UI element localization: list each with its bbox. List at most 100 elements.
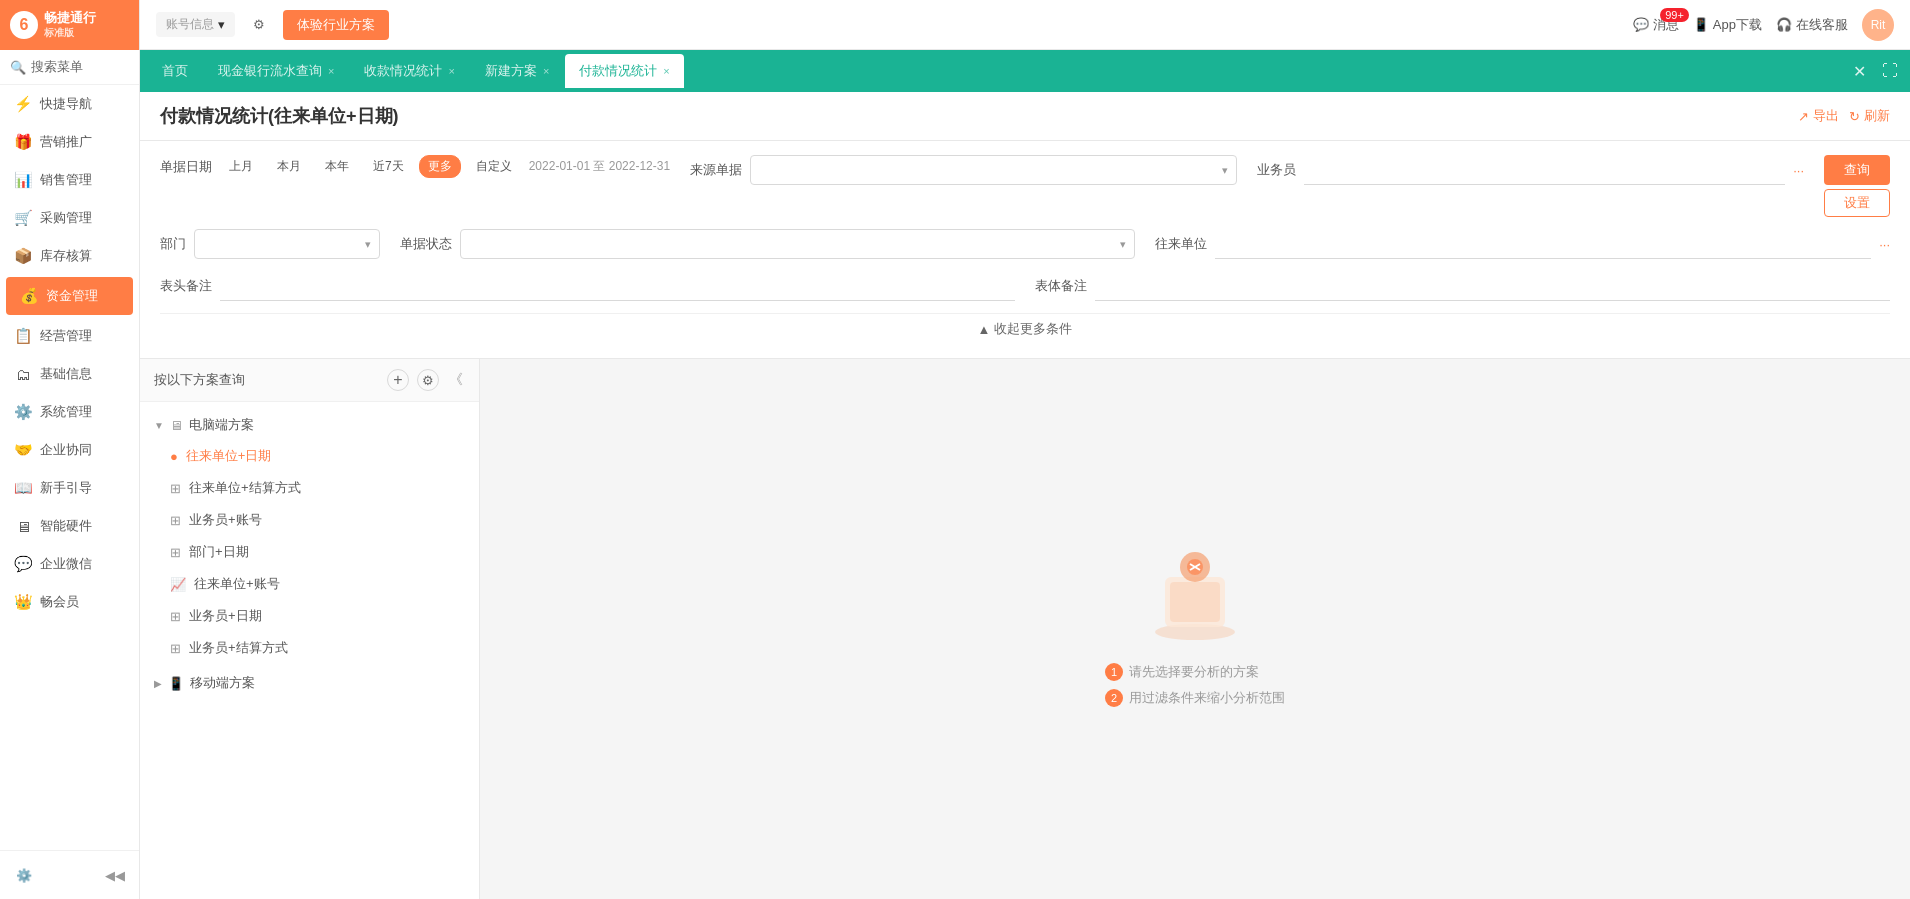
body-note-input[interactable]: [1095, 271, 1890, 301]
sidebar-item-system[interactable]: ⚙️ 系统管理: [0, 393, 139, 431]
tab-payment-stats[interactable]: 收款情况统计 ×: [350, 54, 468, 88]
date-btn-this-year[interactable]: 本年: [316, 155, 358, 178]
search-icon: 🔍: [10, 60, 26, 75]
date-btn-custom[interactable]: 自定义: [467, 155, 521, 178]
scheme-list: ▼ 🖥 电脑端方案 ● 往来单位+日期 ⊞ 往来单位+结算方式: [140, 402, 479, 899]
sidebar-item-purchase[interactable]: 🛒 采购管理: [0, 199, 139, 237]
scheme-item-unit-account[interactable]: 📈 往来单位+账号: [140, 568, 479, 600]
salesperson-more-icon[interactable]: ···: [1793, 163, 1804, 178]
sidebar-bottom: ⚙️ ◀◀: [0, 850, 139, 899]
header-settings-button[interactable]: ⚙: [245, 11, 273, 39]
operations-icon: 📋: [14, 327, 32, 345]
sidebar-gear-button[interactable]: ⚙️: [10, 861, 38, 889]
sidebar-item-hardware[interactable]: 🖥 智能硬件: [0, 507, 139, 545]
trial-plan-button[interactable]: 体验行业方案: [283, 10, 389, 40]
user-avatar[interactable]: Rit: [1862, 9, 1894, 41]
tab-home-label: 首页: [162, 62, 188, 80]
mobile-group-arrow-icon: ▶: [154, 678, 162, 689]
online-service-button[interactable]: 🎧 在线客服: [1776, 16, 1848, 34]
scheme-add-button[interactable]: +: [387, 369, 409, 391]
scheme-panel-collapse-button[interactable]: 《: [447, 369, 465, 391]
scheme-panel-title: 按以下方案查询: [154, 371, 245, 389]
sidebar-item-member[interactable]: 👑 畅会员: [0, 583, 139, 621]
date-btn-this-month[interactable]: 本月: [268, 155, 310, 178]
scheme-item-salesperson-date[interactable]: ⊞ 业务员+日期: [140, 600, 479, 632]
tab-cash-flow[interactable]: 现金银行流水查询 ×: [204, 54, 348, 88]
sidebar-item-basic[interactable]: 🗂 基础信息: [0, 355, 139, 393]
scheme-group-desktop-header[interactable]: ▼ 🖥 电脑端方案: [140, 410, 479, 440]
app-download-button[interactable]: 📱 App下载: [1693, 16, 1762, 34]
sidebar-item-quick-nav[interactable]: ⚡ 快捷导航: [0, 85, 139, 123]
scheme-settings-button[interactable]: ⚙: [417, 369, 439, 391]
scheme-item-dept-date[interactable]: ⊞ 部门+日期: [140, 536, 479, 568]
salesperson-settlement-icon: ⊞: [170, 641, 181, 656]
export-button[interactable]: ↗ 导出: [1798, 107, 1839, 125]
sidebar-item-finance[interactable]: 💰 资金管理: [6, 277, 133, 315]
sidebar-item-wechat[interactable]: 💬 企业微信: [0, 545, 139, 583]
filter-row-2: 部门 ▾ 单据状态 ▾ 往来单位: [160, 229, 1890, 259]
svg-rect-2: [1170, 582, 1220, 622]
tab-payment-plan-close-icon[interactable]: ×: [663, 65, 669, 77]
scheme-item-salesperson-settlement[interactable]: ⊞ 业务员+结算方式: [140, 632, 479, 664]
marketing-icon: 🎁: [14, 133, 32, 151]
dept-label: 部门: [160, 235, 186, 253]
sidebar-item-guide[interactable]: 📖 新手引导: [0, 469, 139, 507]
date-btn-last-month[interactable]: 上月: [220, 155, 262, 178]
collapse-filter-icon: ▲: [978, 322, 991, 337]
page-title: 付款情况统计(往来单位+日期): [160, 104, 399, 128]
filter-settings-button[interactable]: 设置: [1824, 189, 1890, 217]
tab-home[interactable]: 首页: [148, 54, 202, 88]
date-btn-more[interactable]: 更多: [419, 155, 461, 178]
sidebar-item-enterprise[interactable]: 🤝 企业协同: [0, 431, 139, 469]
search-menu-btn[interactable]: 🔍 搜索菜单: [0, 50, 139, 85]
page-actions: ↗ 导出 ↻ 刷新: [1798, 107, 1890, 125]
wechat-icon: 💬: [14, 555, 32, 573]
scheme-item-unit-date[interactable]: ● 往来单位+日期: [140, 440, 479, 472]
scheme-item-salesperson-account[interactable]: ⊞ 业务员+账号: [140, 504, 479, 536]
collapse-filter-button[interactable]: ▲ 收起更多条件: [160, 313, 1890, 344]
header-note-input[interactable]: [220, 271, 1015, 301]
salesperson-label: 业务员: [1257, 161, 1296, 179]
sidebar-item-marketing[interactable]: 🎁 营销推广: [0, 123, 139, 161]
sidebar-item-label: 库存核算: [40, 247, 92, 265]
query-button[interactable]: 查询: [1824, 155, 1890, 185]
refresh-button[interactable]: ↻ 刷新: [1849, 107, 1890, 125]
sidebar-item-operations[interactable]: 📋 经营管理: [0, 317, 139, 355]
date-btn-last-7[interactable]: 近7天: [364, 155, 413, 178]
user-name: Rit: [1871, 18, 1886, 32]
filter-body-note: 表体备注: [1035, 271, 1890, 301]
sidebar-item-sales[interactable]: 📊 销售管理: [0, 161, 139, 199]
tab-expand-icon[interactable]: ⛶: [1878, 58, 1902, 84]
account-info[interactable]: 账号信息 ▾: [156, 12, 235, 37]
sidebar-item-label: 畅会员: [40, 593, 79, 611]
scheme-group-mobile: ▶ 📱 移动端方案: [140, 668, 479, 698]
related-unit-more-icon[interactable]: ···: [1879, 237, 1890, 252]
related-unit-input[interactable]: [1215, 229, 1871, 259]
tab-payment-stats-close-icon[interactable]: ×: [448, 65, 454, 77]
tab-payment-plan[interactable]: 付款情况统计 ×: [565, 54, 683, 88]
sidebar-collapse-button[interactable]: ◀◀: [101, 861, 129, 889]
tab-new-plan-close-icon[interactable]: ×: [543, 65, 549, 77]
dept-select[interactable]: ▾: [194, 229, 380, 259]
source-bill-select[interactable]: ▾: [750, 155, 1237, 185]
tab-close-all-icon[interactable]: ✕: [1849, 58, 1870, 85]
bill-status-select[interactable]: ▾: [460, 229, 1135, 259]
account-name: 账号信息: [166, 16, 214, 33]
sidebar-item-inventory[interactable]: 📦 库存核算: [0, 237, 139, 275]
filter-header-note: 表头备注: [160, 271, 1015, 301]
sidebar-item-label: 快捷导航: [40, 95, 92, 113]
date-range-text: 2022-01-01 至 2022-12-31: [529, 158, 670, 175]
message-button[interactable]: 💬 消息 99+: [1633, 16, 1679, 34]
scheme-item-unit-settlement[interactable]: ⊞ 往来单位+结算方式: [140, 472, 479, 504]
tab-new-plan[interactable]: 新建方案 ×: [471, 54, 563, 88]
tab-cash-flow-close-icon[interactable]: ×: [328, 65, 334, 77]
scheme-group-mobile-header[interactable]: ▶ 📱 移动端方案: [140, 668, 479, 698]
filter-area: 单据日期 上月 本月 本年 近7天 更多 自定义 2022-01-01 至 20…: [140, 141, 1910, 359]
salesperson-input[interactable]: [1304, 155, 1785, 185]
sidebar-item-label: 智能硬件: [40, 517, 92, 535]
service-label: 在线客服: [1796, 16, 1848, 34]
system-icon: ⚙️: [14, 403, 32, 421]
search-menu-label: 搜索菜单: [31, 58, 83, 76]
unit-date-icon: ●: [170, 449, 178, 464]
sidebar-nav: ⚡ 快捷导航 🎁 营销推广 📊 销售管理 🛒 采购管理 📦 库存核算 💰 资金管…: [0, 85, 139, 850]
